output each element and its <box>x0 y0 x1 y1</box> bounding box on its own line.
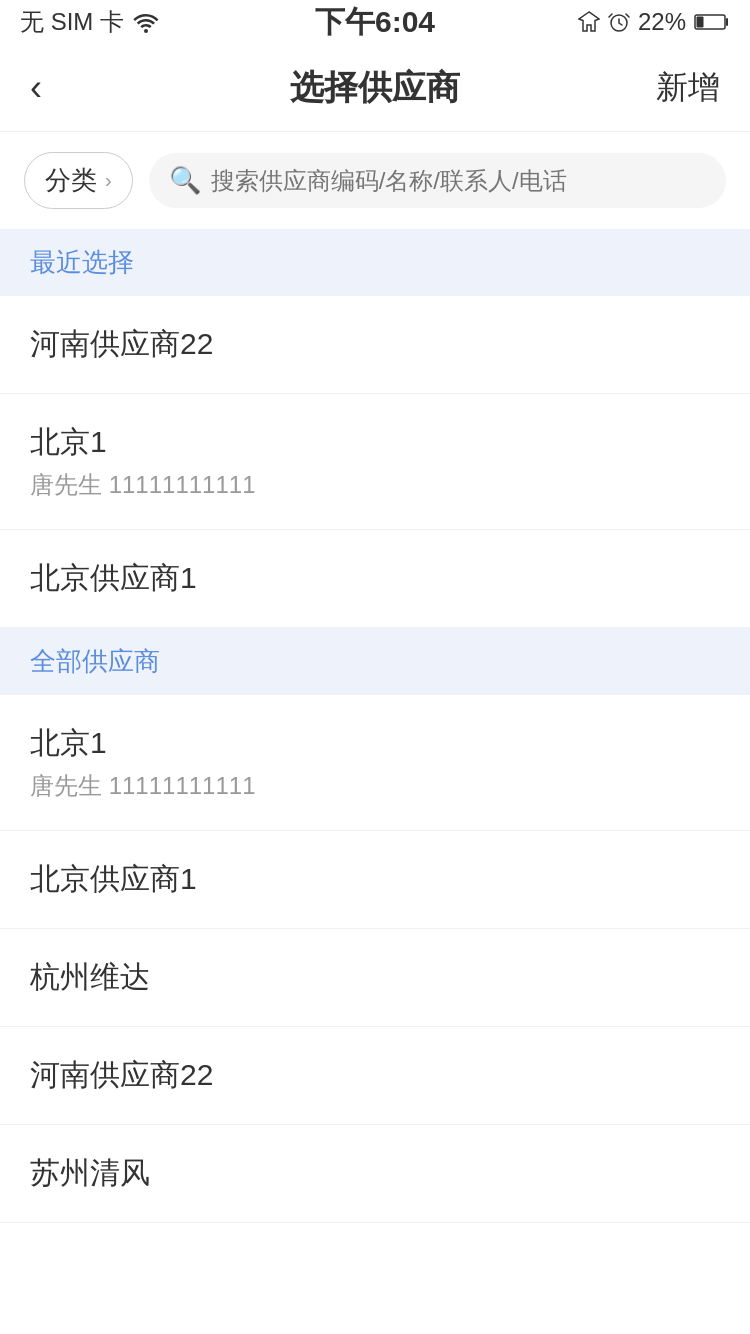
item-name: 北京供应商1 <box>30 558 720 599</box>
all-section-label: 全部供应商 <box>30 646 160 676</box>
list-item[interactable]: 北京供应商1 <box>0 530 750 628</box>
nav-bar: ‹ 选择供应商 新增 <box>0 44 750 132</box>
filter-bar: 分类 › 🔍 <box>0 132 750 229</box>
back-button[interactable]: ‹ <box>30 57 52 119</box>
item-name: 北京1 <box>30 422 720 463</box>
search-icon: 🔍 <box>169 165 201 196</box>
add-button[interactable]: 新增 <box>656 66 720 110</box>
list-item[interactable]: 北京1 唐先生 11111111111 <box>0 695 750 831</box>
list-item[interactable]: 苏州清风 <box>0 1125 750 1223</box>
item-name: 河南供应商22 <box>30 324 720 365</box>
all-section-header: 全部供应商 <box>0 628 750 695</box>
status-left: 无 SIM 卡 <box>20 6 160 38</box>
item-detail: 唐先生 11111111111 <box>30 469 720 501</box>
item-name: 北京1 <box>30 723 720 764</box>
svg-rect-2 <box>697 17 704 28</box>
list-item[interactable]: 河南供应商22 <box>0 1027 750 1125</box>
chevron-right-icon: › <box>105 169 112 192</box>
item-name: 苏州清风 <box>30 1153 720 1194</box>
item-name: 河南供应商22 <box>30 1055 720 1096</box>
list-item[interactable]: 北京供应商1 <box>0 831 750 929</box>
page-title: 选择供应商 <box>290 65 460 111</box>
alarm-icon <box>608 11 630 33</box>
no-sim-text: 无 SIM 卡 <box>20 6 124 38</box>
item-detail: 唐先生 11111111111 <box>30 770 720 802</box>
search-input[interactable] <box>211 167 706 195</box>
wifi-icon <box>132 11 160 33</box>
recent-list: 河南供应商22 北京1 唐先生 11111111111 北京供应商1 <box>0 296 750 628</box>
list-item[interactable]: 河南供应商22 <box>0 296 750 394</box>
item-name: 北京供应商1 <box>30 859 720 900</box>
status-right: 22% <box>578 8 730 36</box>
category-button[interactable]: 分类 › <box>24 152 133 209</box>
list-item[interactable]: 杭州维达 <box>0 929 750 1027</box>
category-label: 分类 <box>45 163 97 198</box>
search-box[interactable]: 🔍 <box>149 153 726 208</box>
status-bar: 无 SIM 卡 下午6:04 22% <box>0 0 750 44</box>
recent-section-label: 最近选择 <box>30 247 134 277</box>
item-name: 杭州维达 <box>30 957 720 998</box>
battery-icon <box>694 12 730 32</box>
location-icon <box>578 11 600 33</box>
all-list: 北京1 唐先生 11111111111 北京供应商1 杭州维达河南供应商22 苏州清风 <box>0 695 750 1223</box>
list-item[interactable]: 北京1 唐先生 11111111111 <box>0 394 750 530</box>
recent-section-header: 最近选择 <box>0 229 750 296</box>
battery-text: 22% <box>638 8 686 36</box>
status-time: 下午6:04 <box>315 2 435 43</box>
